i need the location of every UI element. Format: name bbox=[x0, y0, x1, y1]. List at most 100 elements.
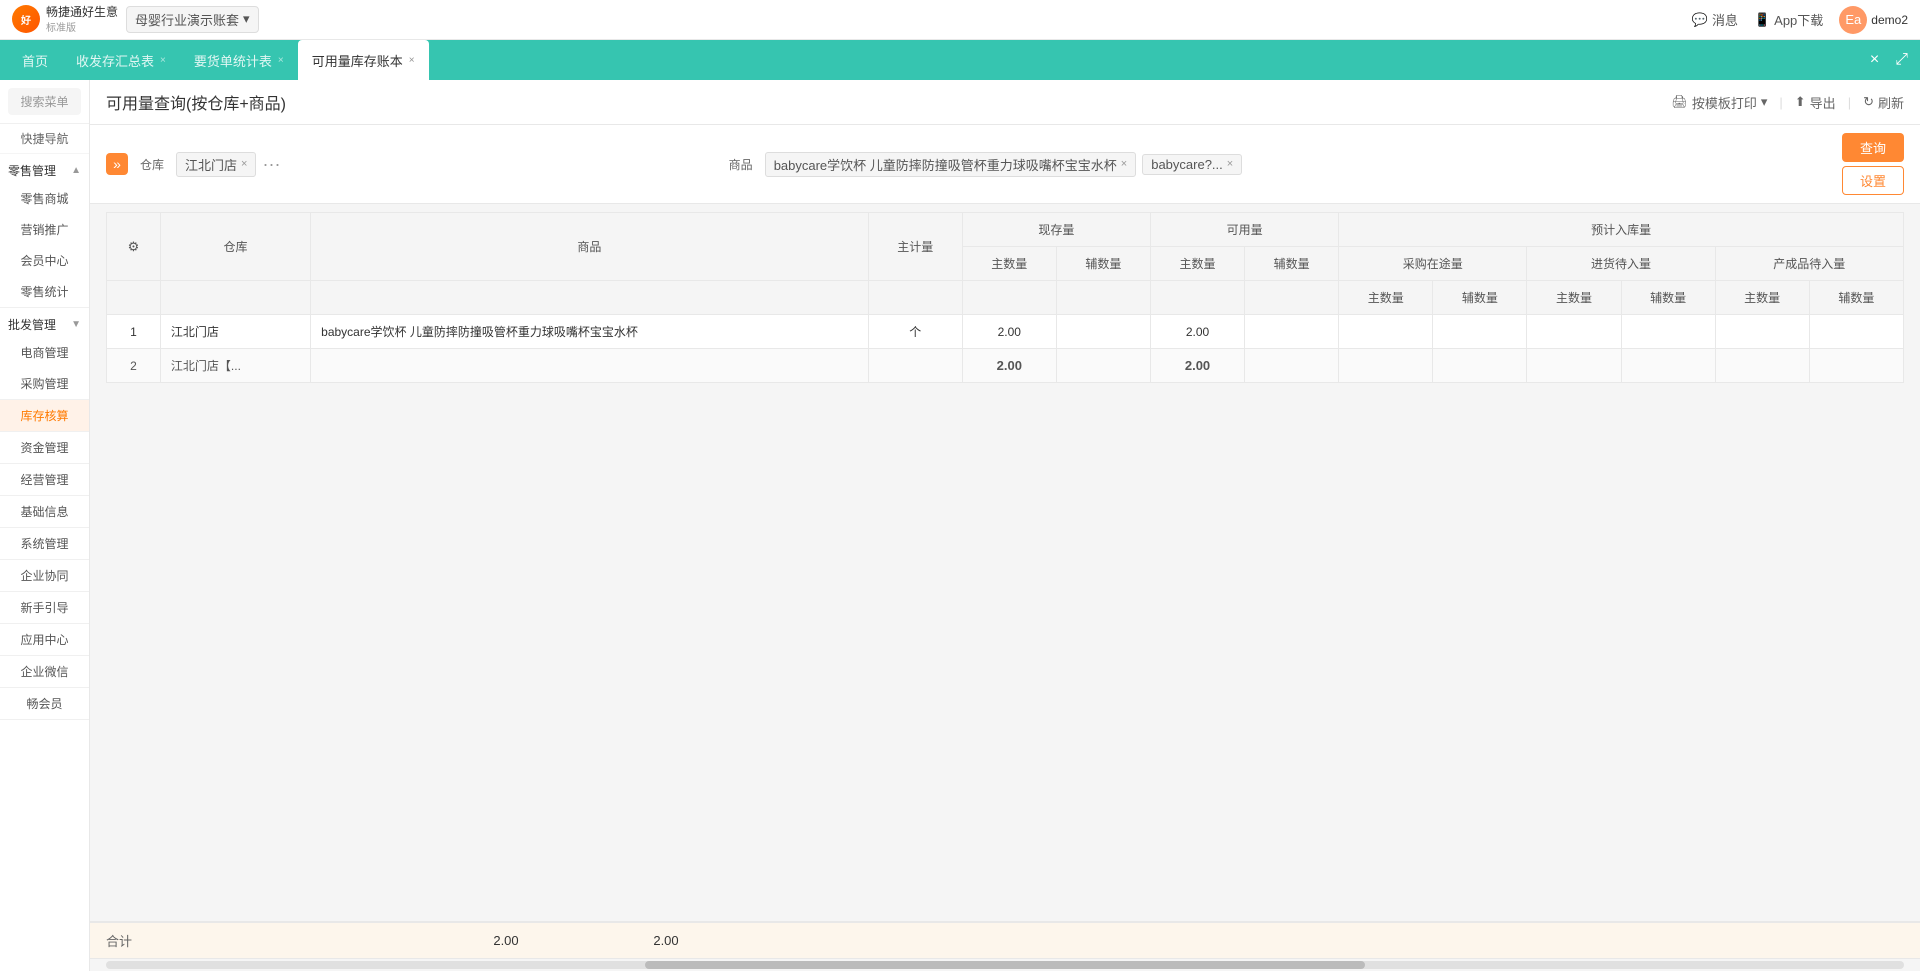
filter-expand-button[interactable]: » bbox=[106, 153, 128, 175]
chevron-down-icon: ▾ bbox=[1761, 94, 1768, 110]
th-purchase-main: 主数量 bbox=[1339, 281, 1433, 315]
table-footer: 合计 2.00 2.00 bbox=[90, 921, 1920, 959]
content-area: 可用量查询(按仓库+商品) 🖨 按模板打印 ▾ | ⬆ 导出 | ↻ 刷新 bbox=[90, 80, 1920, 971]
print-template-button[interactable]: 🖨 按模板打印 ▾ bbox=[1671, 93, 1767, 112]
sidebar-item-retail-store[interactable]: 零售商城 bbox=[0, 183, 89, 214]
sidebar-section-basic: 基础信息 bbox=[0, 496, 89, 528]
warehouse-tag: 江北门店 × bbox=[176, 152, 256, 177]
footer-total-label: 合计 bbox=[106, 931, 266, 950]
th-production-aux: 辅数量 bbox=[1809, 281, 1903, 315]
avatar: Ea bbox=[1839, 6, 1867, 34]
footer-available-main: 2.00 bbox=[626, 933, 706, 948]
sidebar-item-enterprise[interactable]: 企业协同 bbox=[0, 560, 89, 591]
th-stock-group: 现存量 bbox=[962, 213, 1150, 247]
sidebar-item-quick-nav[interactable]: 快捷导航 bbox=[0, 124, 89, 154]
scroll-thumb[interactable] bbox=[645, 961, 1364, 969]
product-tag-2-close[interactable]: × bbox=[1227, 158, 1233, 170]
user-profile[interactable]: Ea demo2 bbox=[1839, 6, 1908, 34]
search-menu-button[interactable]: 搜索菜单 bbox=[8, 88, 81, 115]
chevron-down-icon: ▾ bbox=[243, 11, 250, 27]
th-warehouse: 仓库 bbox=[160, 213, 310, 281]
nav-tabs: 首页 收发存汇总表 × 要货单统计表 × 可用量库存账本 × × ⤢ bbox=[0, 40, 1920, 80]
product-tag-1: babycare学饮杯 儿童防摔防撞吸管杯重力球吸嘴杯宝宝水杯 × bbox=[765, 152, 1137, 177]
sidebar-item-members[interactable]: 会员中心 bbox=[0, 245, 89, 276]
sidebar-item-appcenter[interactable]: 应用中心 bbox=[0, 624, 89, 655]
close-tab-order-stats[interactable]: × bbox=[278, 55, 284, 66]
message-icon: 💬 bbox=[1692, 12, 1708, 28]
sidebar-item-stock[interactable]: 库存核算 bbox=[0, 400, 89, 431]
filter-actions: 查询 设置 bbox=[1842, 133, 1904, 195]
th-stock-main: 主数量 bbox=[962, 247, 1056, 281]
sidebar-item-ecommerce[interactable]: 电商管理 bbox=[0, 337, 89, 368]
subtotal-row: 2 江北门店【... 2.00 2.00 bbox=[107, 349, 1904, 383]
sidebar-item-corpwechat[interactable]: 企业微信 bbox=[0, 656, 89, 687]
top-bar-right: 💬 消息 📱 App下载 Ea demo2 bbox=[1692, 6, 1908, 34]
close-tab-receive-pay[interactable]: × bbox=[160, 55, 166, 66]
th-settings: ⚙ bbox=[107, 213, 161, 281]
sidebar-section-newguide: 新手引导 bbox=[0, 592, 89, 624]
th-unit: 主计量 bbox=[868, 213, 962, 281]
table-row: 1 江北门店 babycare学饮杯 儿童防摔防撞吸管杯重力球吸嘴杯宝宝水杯 个… bbox=[107, 315, 1904, 349]
th-stock-aux: 辅数量 bbox=[1056, 247, 1150, 281]
page-title: 可用量查询(按仓库+商品) bbox=[106, 90, 286, 114]
product-tag-1-close[interactable]: × bbox=[1121, 158, 1127, 170]
sidebar-section-enterprise: 企业协同 bbox=[0, 560, 89, 592]
app-download-button[interactable]: 📱 App下载 bbox=[1754, 10, 1823, 29]
sidebar-item-basic[interactable]: 基础信息 bbox=[0, 496, 89, 527]
settings-icon[interactable]: ⚙ bbox=[128, 239, 140, 254]
export-icon: ⬆ bbox=[1795, 94, 1806, 110]
sidebar-item-newguide[interactable]: 新手引导 bbox=[0, 592, 89, 623]
th-available-group: 可用量 bbox=[1150, 213, 1338, 247]
warehouse-tag-close[interactable]: × bbox=[241, 158, 247, 170]
stock-table: ⚙ 仓库 商品 主计量 现存量 可用量 预计入库量 主数量 辅数量 主数量 辅数… bbox=[106, 212, 1904, 383]
sidebar-section-finance: 资金管理 bbox=[0, 432, 89, 464]
sidebar-section-wholesale-header[interactable]: 批发管理 ▼ bbox=[0, 308, 89, 337]
sidebar-section-retail-header[interactable]: 零售管理 ▲ bbox=[0, 154, 89, 183]
sidebar-item-marketing[interactable]: 营销推广 bbox=[0, 214, 89, 245]
sidebar: 搜索菜单 快捷导航 零售管理 ▲ 零售商城 营销推广 会员中心 零售统计 批发管… bbox=[0, 80, 90, 971]
query-button[interactable]: 查询 bbox=[1842, 133, 1904, 162]
logo-icon: 好 bbox=[12, 5, 40, 33]
sidebar-item-system[interactable]: 系统管理 bbox=[0, 528, 89, 559]
sidebar-item-finance[interactable]: 资金管理 bbox=[0, 432, 89, 463]
sidebar-item-purchase[interactable]: 采购管理 bbox=[0, 368, 89, 399]
tab-available-stock[interactable]: 可用量库存账本 × bbox=[298, 40, 429, 80]
sidebar-item-vip[interactable]: 畅会员 bbox=[0, 688, 89, 719]
print-icon: 🖨 bbox=[1671, 94, 1688, 110]
tenant-selector[interactable]: 母婴行业演示账套 ▾ bbox=[126, 6, 259, 33]
horizontal-scrollbar[interactable] bbox=[90, 959, 1920, 971]
top-bar-left: 好 畅捷通好生意 标准版 母婴行业演示账套 ▾ bbox=[12, 5, 259, 34]
tab-home[interactable]: 首页 bbox=[8, 40, 62, 80]
th-available-aux: 辅数量 bbox=[1245, 247, 1339, 281]
tab-order-stats[interactable]: 要货单统计表 × bbox=[180, 40, 298, 80]
sidebar-section-wholesale: 批发管理 ▼ 电商管理 采购管理 bbox=[0, 308, 89, 400]
nav-close-button[interactable]: × bbox=[1866, 47, 1883, 73]
th-production-group: 产成品待入量 bbox=[1715, 247, 1903, 281]
footer-values: 2.00 2.00 bbox=[266, 933, 1904, 948]
table-container[interactable]: ⚙ 仓库 商品 主计量 现存量 可用量 预计入库量 主数量 辅数量 主数量 辅数… bbox=[90, 204, 1920, 921]
refresh-button[interactable]: ↻ 刷新 bbox=[1863, 93, 1904, 112]
sidebar-item-retail-stats[interactable]: 零售统计 bbox=[0, 276, 89, 307]
product-tags: babycare学饮杯 儿童防摔防撞吸管杯重力球吸嘴杯宝宝水杯 × babyca… bbox=[765, 152, 1830, 177]
sidebar-item-ops[interactable]: 经营管理 bbox=[0, 464, 89, 495]
tab-receive-pay[interactable]: 收发存汇总表 × bbox=[62, 40, 180, 80]
filter-bar: » 仓库 江北门店 × ··· 商品 babycare学饮杯 儿童防摔防撞吸管杯… bbox=[90, 125, 1920, 204]
settings-button[interactable]: 设置 bbox=[1842, 166, 1904, 195]
refresh-icon: ↻ bbox=[1863, 94, 1874, 110]
th-forecast-group: 预计入库量 bbox=[1339, 213, 1904, 247]
logo-text: 畅捷通好生意 标准版 bbox=[46, 5, 118, 34]
chevron-down-icon: ▼ bbox=[71, 319, 81, 330]
download-icon: 📱 bbox=[1754, 12, 1770, 28]
nav-expand-button[interactable]: ⤢ bbox=[1891, 47, 1912, 73]
close-tab-available-stock[interactable]: × bbox=[409, 55, 415, 66]
warehouse-tags: 江北门店 × ··· bbox=[176, 152, 709, 177]
warehouse-filter-label: 仓库 bbox=[140, 156, 164, 173]
filter-more-warehouses[interactable]: ··· bbox=[262, 155, 280, 173]
th-product: 商品 bbox=[311, 213, 868, 281]
message-button[interactable]: 💬 消息 bbox=[1692, 10, 1738, 29]
th-production-main: 主数量 bbox=[1715, 281, 1809, 315]
th-inbound-group: 进货待入量 bbox=[1527, 247, 1715, 281]
main-layout: 搜索菜单 快捷导航 零售管理 ▲ 零售商城 营销推广 会员中心 零售统计 批发管… bbox=[0, 80, 1920, 971]
export-button[interactable]: ⬆ 导出 bbox=[1795, 93, 1836, 112]
product-filter-label: 商品 bbox=[729, 156, 753, 173]
